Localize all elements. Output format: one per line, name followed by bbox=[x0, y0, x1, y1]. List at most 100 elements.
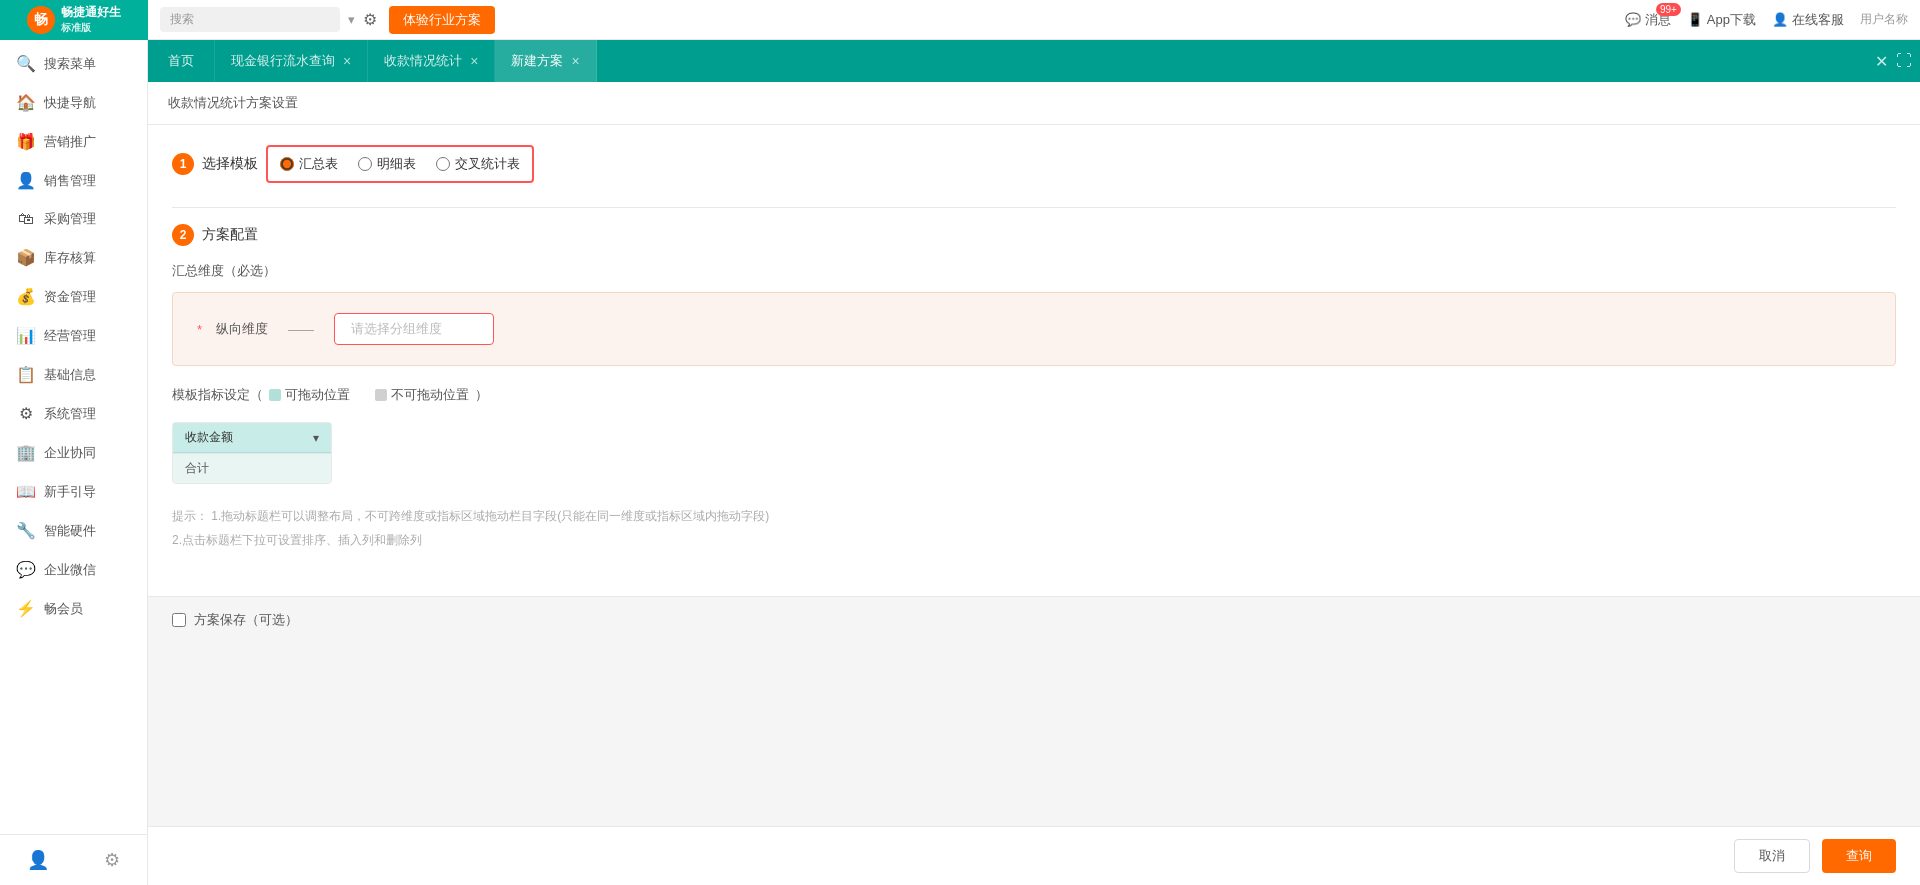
top-bar: 畅 畅捷通好生 标准版 搜索 ▾ ⚙ 体验行业方案 💬 消息 99+ 📱 App… bbox=[0, 0, 1920, 40]
app-download-item[interactable]: 📱 App下载 bbox=[1687, 11, 1756, 29]
sidebar-item-corp[interactable]: 🏢 企业协同 bbox=[0, 433, 147, 472]
indicator-settings-label: 模板指标设定（ 可拖动位置 不可拖动位置 ） bbox=[172, 386, 1896, 404]
tab-collection-stat[interactable]: 收款情况统计 × bbox=[368, 40, 495, 82]
tab-new-plan[interactable]: 新建方案 × bbox=[495, 40, 596, 82]
sidebar-item-inventory[interactable]: 📦 库存核算 bbox=[0, 238, 147, 277]
required-marker: * bbox=[197, 322, 202, 337]
radio-detail-input[interactable] bbox=[358, 157, 372, 171]
sidebar-bottom-settings[interactable]: ⚙ bbox=[98, 843, 126, 877]
cancel-button[interactable]: 取消 bbox=[1734, 839, 1810, 873]
logo-icon: 畅 bbox=[27, 6, 55, 34]
sidebar-item-marketing[interactable]: 🎁 营销推广 bbox=[0, 122, 147, 161]
tab-close-all-icon[interactable]: ✕ bbox=[1875, 52, 1888, 71]
form-area: 1 选择模板 汇总表 明细表 bbox=[148, 125, 1920, 596]
sidebar-item-label: 系统管理 bbox=[44, 405, 96, 423]
wechat-icon: 💬 bbox=[16, 560, 36, 579]
online-service-item[interactable]: 👤 在线客服 bbox=[1772, 11, 1844, 29]
sidebar-item-label: 快捷导航 bbox=[44, 94, 96, 112]
step2-section: 2 方案配置 汇总维度（必选） * 纵向维度 —— 请选择分组维度 bbox=[172, 224, 1896, 552]
sidebar-item-label: 资金管理 bbox=[44, 288, 96, 306]
service-icon: 👤 bbox=[1772, 12, 1788, 27]
query-button[interactable]: 查询 bbox=[1822, 839, 1896, 873]
indicator-dropdown-icon[interactable]: ▾ bbox=[313, 431, 319, 445]
sidebar-bottom: 👤 ⚙ bbox=[0, 834, 147, 885]
radio-cross-input[interactable] bbox=[436, 157, 450, 171]
vertical-dim-label: 纵向维度 bbox=[216, 320, 268, 338]
tab-close-collection-stat[interactable]: × bbox=[470, 53, 478, 69]
sidebar-item-sales[interactable]: 👤 销售管理 bbox=[0, 161, 147, 200]
inventory-icon: 📦 bbox=[16, 248, 36, 267]
step1-section: 1 选择模板 汇总表 明细表 bbox=[172, 145, 1896, 183]
sidebar-item-label: 智能硬件 bbox=[44, 522, 96, 540]
save-checkbox[interactable] bbox=[172, 613, 186, 627]
sidebar-nav: 🔍 搜索菜单 🏠 快捷导航 🎁 营销推广 👤 销售管理 🛍 采购管理 📦 bbox=[0, 40, 147, 834]
radio-detail[interactable]: 明细表 bbox=[358, 155, 416, 173]
dimension-selector[interactable]: 请选择分组维度 bbox=[334, 313, 494, 345]
indicator-table-cell: 合计 bbox=[173, 453, 331, 483]
guide-icon: 📖 bbox=[16, 482, 36, 501]
sidebar-item-operations[interactable]: 📊 经营管理 bbox=[0, 316, 147, 355]
dropdown-arrow-icon[interactable]: ▾ bbox=[348, 12, 355, 27]
tab-bank-flow[interactable]: 现金银行流水查询 × bbox=[215, 40, 368, 82]
sidebar-item-label: 经营管理 bbox=[44, 327, 96, 345]
base-info-icon: 📋 bbox=[16, 365, 36, 384]
bottom-settings-icon: ⚙ bbox=[104, 849, 120, 871]
sidebar-item-base-info[interactable]: 📋 基础信息 bbox=[0, 355, 147, 394]
radio-summary-input[interactable] bbox=[280, 157, 294, 171]
page-content: 收款情况统计方案设置 1 选择模板 汇总表 bbox=[148, 82, 1920, 826]
tab-bar: 首页 现金银行流水查询 × 收款情况统计 × 新建方案 × ✕ ⛶ bbox=[148, 40, 1920, 82]
sidebar-item-purchase[interactable]: 🛍 采购管理 bbox=[0, 200, 147, 238]
tab-home[interactable]: 首页 bbox=[148, 40, 215, 82]
sidebar-item-label: 库存核算 bbox=[44, 249, 96, 267]
radio-summary-label: 汇总表 bbox=[299, 155, 338, 173]
step2-label: 方案配置 bbox=[202, 226, 258, 244]
indicator-table: 收款金额 ▾ 合计 bbox=[172, 422, 332, 484]
user-avatar-icon: 👤 bbox=[27, 849, 49, 871]
sidebar-item-finance[interactable]: 💰 资金管理 bbox=[0, 277, 147, 316]
arrow-icon: —— bbox=[288, 322, 314, 337]
sidebar-item-label: 企业微信 bbox=[44, 561, 96, 579]
sidebar-item-wechat[interactable]: 💬 企业微信 bbox=[0, 550, 147, 589]
indicator-section: 模板指标设定（ 可拖动位置 不可拖动位置 ） bbox=[172, 386, 1896, 484]
sidebar-item-member[interactable]: ⚡ 畅会员 bbox=[0, 589, 147, 628]
sidebar-item-quick-nav[interactable]: 🏠 快捷导航 bbox=[0, 83, 147, 122]
sidebar: 🔍 搜索菜单 🏠 快捷导航 🎁 营销推广 👤 销售管理 🛍 采购管理 📦 bbox=[0, 40, 148, 885]
radio-detail-label: 明细表 bbox=[377, 155, 416, 173]
legend-draggable: 可拖动位置 bbox=[269, 386, 350, 404]
radio-summary[interactable]: 汇总表 bbox=[280, 155, 338, 173]
top-search-box: 搜索 bbox=[160, 7, 340, 32]
breadcrumb: 收款情况统计方案设置 bbox=[168, 95, 298, 110]
template-radio-group: 汇总表 明细表 交叉统计表 bbox=[266, 145, 534, 183]
notification-item[interactable]: 💬 消息 99+ bbox=[1625, 11, 1671, 29]
corp-icon: 🏢 bbox=[16, 443, 36, 462]
notification-badge: 99+ bbox=[1656, 3, 1681, 16]
system-icon: ⚙ bbox=[16, 404, 36, 423]
sidebar-item-system[interactable]: ⚙ 系统管理 bbox=[0, 394, 147, 433]
page-header: 收款情况统计方案设置 bbox=[148, 82, 1920, 125]
dimension-config: 汇总维度（必选） * 纵向维度 —— 请选择分组维度 bbox=[172, 262, 1896, 366]
operations-icon: 📊 bbox=[16, 326, 36, 345]
tab-expand-icon[interactable]: ⛶ bbox=[1896, 52, 1912, 70]
radio-cross[interactable]: 交叉统计表 bbox=[436, 155, 520, 173]
footer-bar: 取消 查询 bbox=[148, 826, 1920, 885]
settings-icon[interactable]: ⚙ bbox=[363, 10, 377, 29]
sidebar-bottom-user[interactable]: 👤 bbox=[21, 843, 55, 877]
indicator-table-header[interactable]: 收款金额 ▾ bbox=[173, 423, 331, 453]
legend-separator bbox=[356, 386, 369, 404]
tip-line2: 2.点击标题栏下拉可设置排序、插入列和删除列 bbox=[172, 528, 1896, 552]
dimension-row: * 纵向维度 —— 请选择分组维度 bbox=[197, 313, 1871, 345]
tips-section: 提示： 1.拖动标题栏可以调整布局，不可跨维度或指标区域拖动栏目字段(只能在同一… bbox=[172, 504, 1896, 552]
sidebar-item-guide[interactable]: 📖 新手引导 bbox=[0, 472, 147, 511]
sidebar-item-label: 畅会员 bbox=[44, 600, 83, 618]
search-menu-icon: 🔍 bbox=[16, 54, 36, 73]
tab-close-bank-flow[interactable]: × bbox=[343, 53, 351, 69]
save-label: 方案保存（可选） bbox=[194, 611, 298, 629]
sidebar-item-hardware[interactable]: 🔧 智能硬件 bbox=[0, 511, 147, 550]
user-name: 用户名称 bbox=[1860, 11, 1908, 28]
logo-text: 畅捷通好生 标准版 bbox=[61, 5, 121, 34]
hardware-icon: 🔧 bbox=[16, 521, 36, 540]
content-area: 首页 现金银行流水查询 × 收款情况统计 × 新建方案 × ✕ ⛶ 收款情况统计… bbox=[148, 40, 1920, 885]
trial-btn[interactable]: 体验行业方案 bbox=[389, 6, 495, 34]
sidebar-item-search-menu[interactable]: 🔍 搜索菜单 bbox=[0, 44, 147, 83]
tab-close-new-plan[interactable]: × bbox=[571, 53, 579, 69]
